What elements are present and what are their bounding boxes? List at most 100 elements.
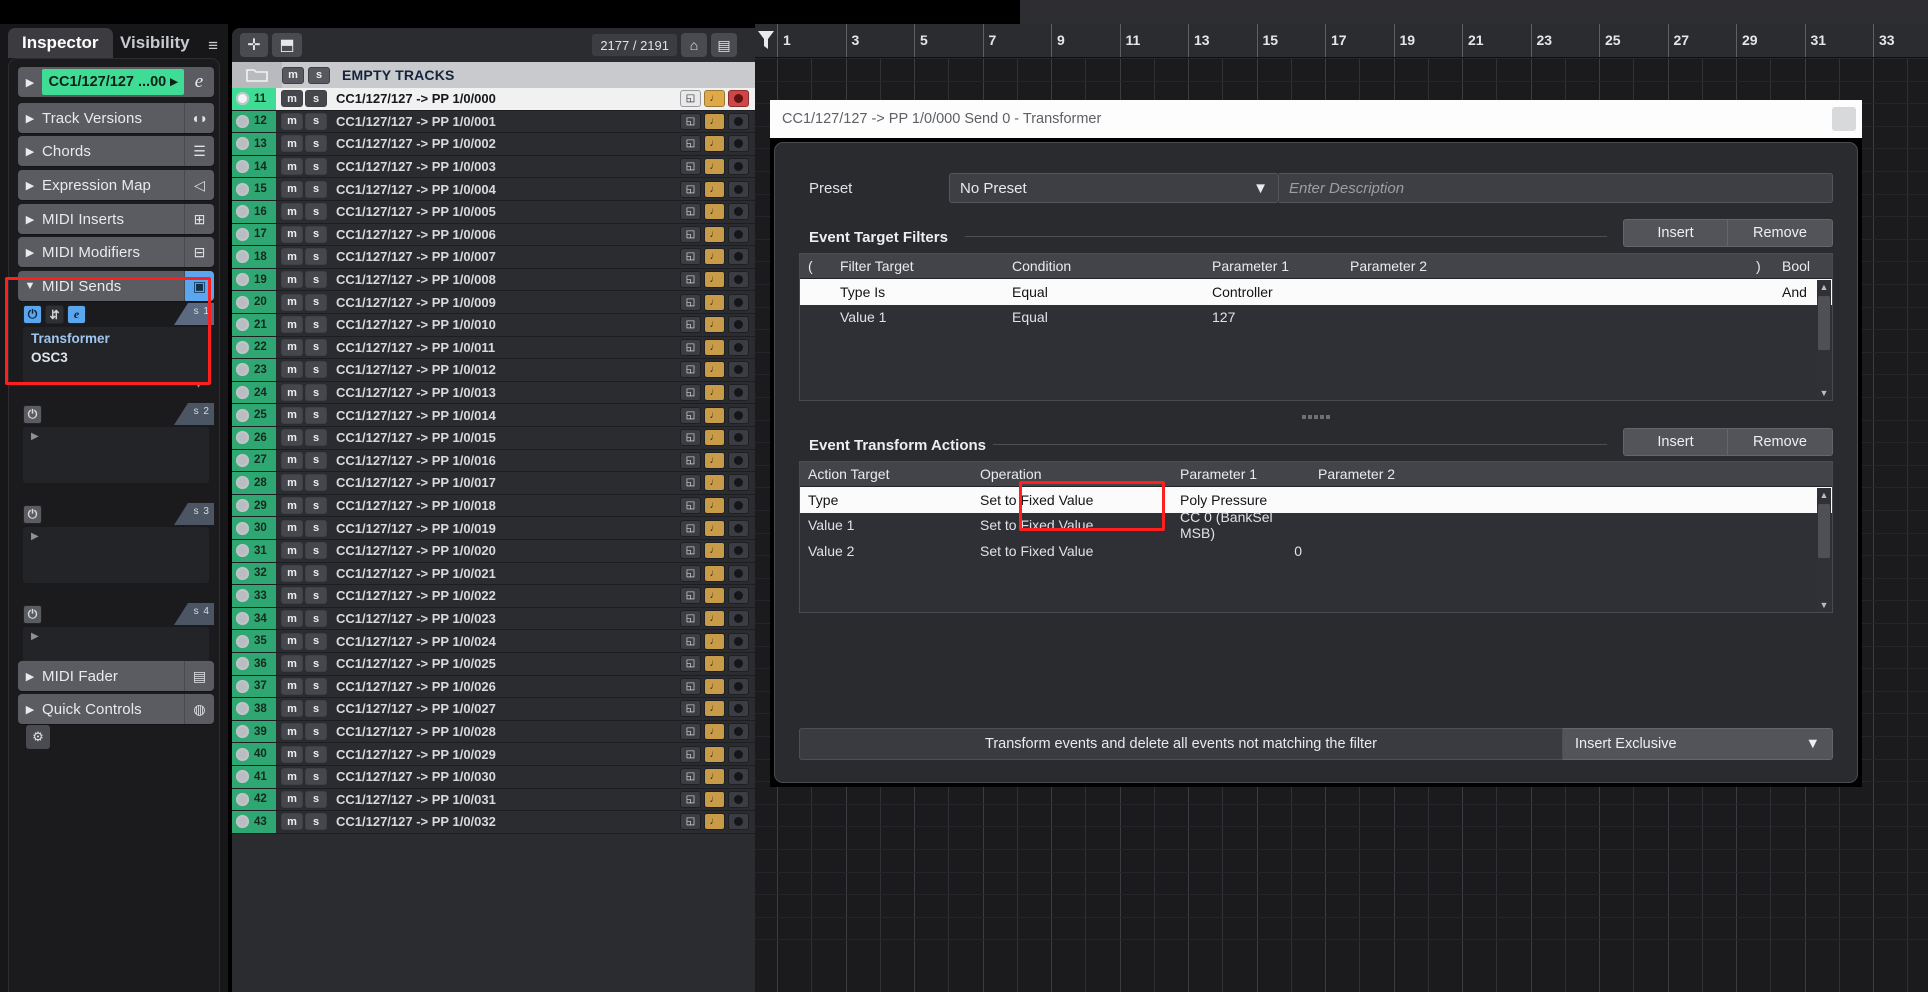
action-row[interactable]: Type Set to Fixed Value Poly Pressure: [800, 487, 1832, 513]
note-icon[interactable]: ♩: [704, 406, 725, 424]
expand-arrow-icon[interactable]: ▶: [18, 76, 42, 89]
note-icon[interactable]: ♩: [704, 677, 725, 695]
track-color-swatch[interactable]: 13: [232, 133, 276, 155]
cell-operation[interactable]: Set to Fixed Value: [972, 538, 1172, 564]
note-icon[interactable]: ♩: [704, 361, 725, 379]
solo-button[interactable]: s: [305, 813, 327, 831]
monitor-icon[interactable]: ◱: [680, 610, 701, 628]
cell-action-parameter-2[interactable]: [1310, 487, 1832, 513]
inspector-track-row[interactable]: ▶ CC1/127/127 ...00 ▸ e: [18, 67, 214, 97]
sidebar-item-midi-sends[interactable]: ▼ MIDI Sends ▣: [18, 271, 214, 301]
mute-button[interactable]: m: [281, 790, 303, 808]
note-icon[interactable]: ♩: [704, 225, 725, 243]
track-color-swatch[interactable]: 20: [232, 291, 276, 313]
preset-select[interactable]: No Preset ▼: [949, 173, 1279, 203]
mute-button[interactable]: m: [281, 700, 303, 718]
monitor-icon[interactable]: ◱: [680, 519, 701, 537]
table-row[interactable]: 20 m s CC1/127/127 -> PP 1/0/009 ◱ ♩: [232, 291, 755, 314]
solo-button[interactable]: s: [305, 406, 327, 424]
track-color-swatch[interactable]: 37: [232, 675, 276, 698]
track-color-swatch[interactable]: 17: [232, 223, 276, 246]
note-icon[interactable]: ♩: [704, 542, 725, 560]
solo-button[interactable]: s: [305, 135, 327, 153]
send-power-icon[interactable]: ⏻: [23, 405, 42, 424]
sidebar-item-midi-fader[interactable]: ▶ MIDI Fader ▤: [18, 661, 214, 691]
solo-button[interactable]: s: [305, 225, 327, 243]
mute-button[interactable]: m: [281, 203, 303, 221]
sidebar-item-midi-modifiers[interactable]: ▶ MIDI Modifiers ⊟: [18, 237, 214, 267]
transformer-window-button[interactable]: [1832, 107, 1856, 131]
monitor-icon[interactable]: ◱: [680, 271, 701, 289]
table-row[interactable]: 21 m s CC1/127/127 -> PP 1/0/010 ◱ ♩: [232, 314, 755, 337]
preset-description-input[interactable]: Enter Description: [1279, 173, 1833, 203]
actions-scroll-thumb[interactable]: [1818, 504, 1830, 558]
table-row[interactable]: 26 m s CC1/127/127 -> PP 1/0/015 ◱ ♩: [232, 427, 755, 450]
record-enable-icon[interactable]: [728, 745, 749, 763]
track-color-swatch[interactable]: 43: [232, 811, 276, 833]
solo-button[interactable]: s: [305, 203, 327, 221]
monitor-icon[interactable]: ◱: [680, 790, 701, 808]
send-expand-icon[interactable]: ▶: [31, 531, 201, 542]
table-row[interactable]: 18 m s CC1/127/127 -> PP 1/0/007 ◱ ♩: [232, 246, 755, 269]
monitor-icon[interactable]: ◱: [680, 587, 701, 605]
mute-button[interactable]: m: [281, 474, 303, 492]
solo-button[interactable]: s: [305, 587, 327, 605]
scroll-down-icon[interactable]: ▼: [1817, 386, 1831, 399]
solo-button[interactable]: s: [305, 293, 327, 311]
note-icon[interactable]: ♩: [704, 271, 725, 289]
folder-mute-button[interactable]: m: [282, 66, 304, 84]
expression-map-icon[interactable]: ◁: [184, 170, 214, 200]
mute-button[interactable]: m: [281, 632, 303, 650]
send-expand-icon[interactable]: ▶: [31, 631, 201, 642]
monitor-icon[interactable]: ◱: [680, 429, 701, 447]
mute-button[interactable]: m: [281, 90, 303, 108]
cell-open-paren[interactable]: [800, 279, 832, 305]
track-color-swatch[interactable]: 22: [232, 336, 276, 359]
table-row[interactable]: 19 m s CC1/127/127 -> PP 1/0/008 ◱ ♩: [232, 268, 755, 292]
record-enable-icon[interactable]: [728, 790, 749, 808]
record-enable-icon[interactable]: [728, 203, 749, 221]
mute-button[interactable]: m: [281, 361, 303, 379]
record-enable-icon[interactable]: [728, 112, 749, 130]
cell-open-paren[interactable]: [800, 305, 832, 331]
note-icon[interactable]: ♩: [704, 519, 725, 537]
table-row[interactable]: 38 m s CC1/127/127 -> PP 1/0/027 ◱ ♩: [232, 698, 755, 721]
record-enable-icon[interactable]: [728, 225, 749, 243]
solo-button[interactable]: s: [305, 429, 327, 447]
cell-operation[interactable]: Set to Fixed Value: [972, 513, 1172, 539]
monitor-icon[interactable]: ◱: [680, 203, 701, 221]
record-enable-icon[interactable]: [728, 429, 749, 447]
midi-send-slot-3[interactable]: s 3 ⏻ ▶: [18, 503, 214, 589]
actions-remove-button[interactable]: Remove: [1728, 428, 1833, 456]
cell-condition[interactable]: Equal: [1004, 305, 1204, 331]
monitor-icon[interactable]: ◱: [680, 745, 701, 763]
midi-send-slot-1[interactable]: s 1 ⏻ ⇵ e Transformer OSC3 ▾: [18, 303, 214, 391]
actions-insert-button[interactable]: Insert: [1623, 428, 1728, 456]
solo-button[interactable]: s: [305, 361, 327, 379]
send-slot-body[interactable]: ▶: [23, 527, 209, 583]
cell-filter-target[interactable]: Value 1: [832, 305, 1004, 331]
monitor-icon[interactable]: ◱: [680, 677, 701, 695]
mute-button[interactable]: m: [281, 677, 303, 695]
note-icon[interactable]: ♩: [704, 813, 725, 831]
mute-button[interactable]: m: [281, 451, 303, 469]
table-row[interactable]: 31 m s CC1/127/127 -> PP 1/0/020 ◱ ♩: [232, 540, 755, 563]
record-enable-icon[interactable]: [728, 632, 749, 650]
track-color-swatch[interactable]: 30: [232, 517, 276, 539]
table-row[interactable]: 35 m s CC1/127/127 -> PP 1/0/024 ◱ ♩: [232, 630, 755, 653]
scroll-up-icon[interactable]: ▲: [1817, 280, 1831, 293]
mute-button[interactable]: m: [281, 655, 303, 673]
solo-button[interactable]: s: [305, 542, 327, 560]
track-color-swatch[interactable]: 28: [232, 472, 276, 494]
note-icon[interactable]: ♩: [704, 338, 725, 356]
filters-scrollbar[interactable]: ▲ ▼: [1817, 280, 1831, 399]
note-icon[interactable]: ♩: [704, 745, 725, 763]
monitor-icon[interactable]: ◱: [680, 361, 701, 379]
list-view-icon[interactable]: ▤: [711, 33, 737, 57]
monitor-icon[interactable]: ◱: [680, 248, 701, 266]
cell-action-parameter-2[interactable]: [1310, 538, 1832, 564]
tab-inspector[interactable]: Inspector: [8, 28, 113, 58]
note-icon[interactable]: ♩: [704, 587, 725, 605]
record-enable-icon[interactable]: [728, 271, 749, 289]
note-icon[interactable]: ♩: [704, 700, 725, 718]
